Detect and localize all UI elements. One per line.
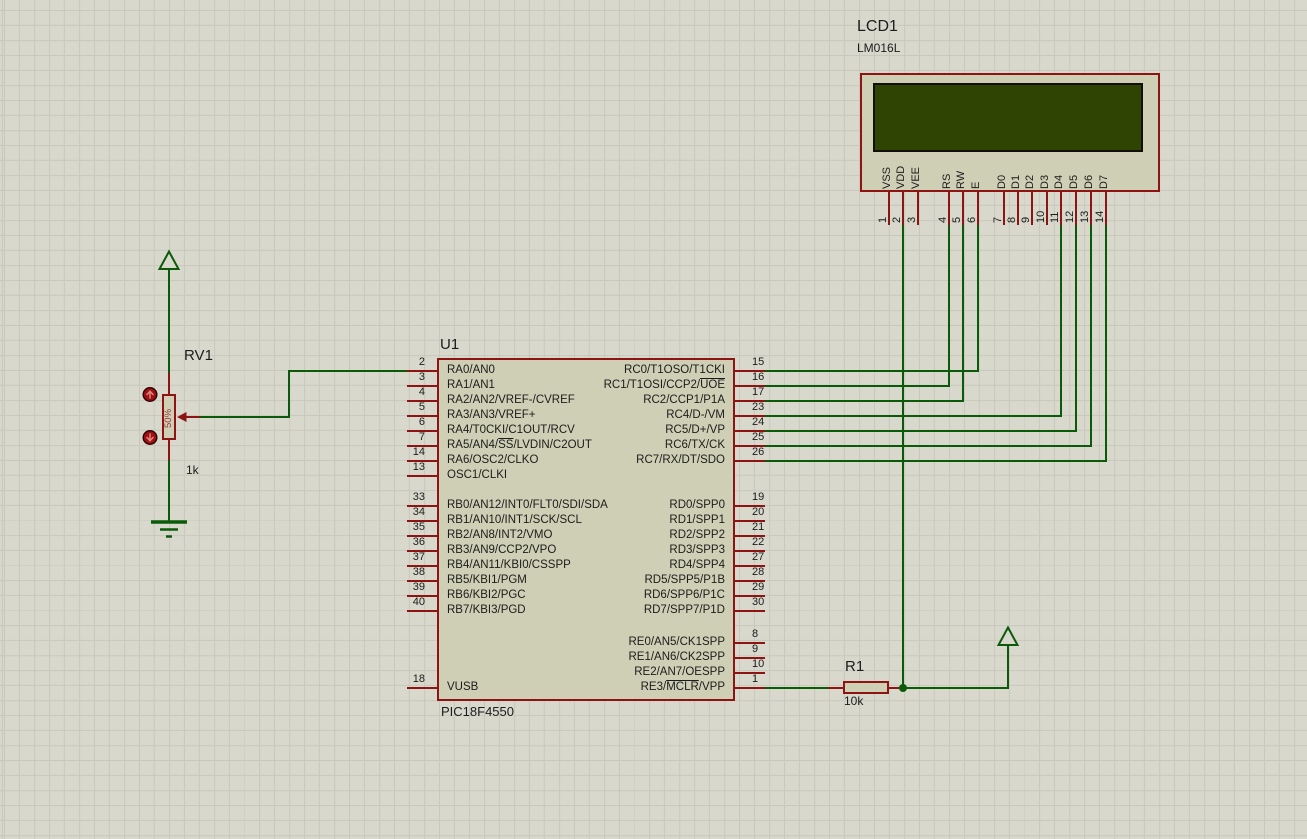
u1-pin-number: 21 xyxy=(752,521,765,533)
lcd-pin-number: 7 xyxy=(992,216,1004,223)
lcd-pin-number: 2 xyxy=(891,216,903,223)
u1-pin-number: 6 xyxy=(418,416,425,428)
lcd-pin-label: VSS xyxy=(881,166,893,189)
rv1-wiper-arrow-icon xyxy=(177,412,187,422)
u1-pin-label: RD5/SPP5/P1B xyxy=(644,574,725,586)
u1-pin-number: 16 xyxy=(752,371,765,383)
u1-pin-number: 25 xyxy=(752,431,765,443)
lcd-pin-label: D6 xyxy=(1083,174,1095,189)
lcd-pin-number: 10 xyxy=(1035,210,1047,223)
u1-pin-number: 9 xyxy=(752,643,759,655)
u1-pin-label: RD6/SPP6/P1C xyxy=(643,589,725,601)
lcd-pin-number: 1 xyxy=(877,216,889,223)
u1-pin-number: 29 xyxy=(752,581,765,593)
u1-pin-number: 15 xyxy=(752,356,765,368)
lcd-pin-number: 9 xyxy=(1020,216,1032,223)
u1-pin-label: RD1/SPP1 xyxy=(669,514,725,526)
lcd-pin-number: 3 xyxy=(906,216,918,223)
u1-pin-number: 1 xyxy=(752,673,759,685)
power-symbol[interactable] xyxy=(157,249,181,270)
lcd-pin-label: D5 xyxy=(1068,174,1080,189)
u1-pin-label: RC4/D-/VM xyxy=(666,409,725,421)
u1-pin-label: RC2/CCP1/P1A xyxy=(643,394,725,406)
lcd-pin-label: D3 xyxy=(1039,174,1051,189)
ground-symbol[interactable] xyxy=(151,520,187,538)
u1-pin-label: RE0/AN5/CK1SPP xyxy=(628,636,725,648)
u1-pin-number: 38 xyxy=(412,566,425,578)
u1-pin-stub[interactable] xyxy=(407,687,437,689)
u1-pin-number: 23 xyxy=(752,401,765,413)
u1-pin-number: 30 xyxy=(752,596,765,608)
lcd-pin-label: D4 xyxy=(1053,174,1065,189)
u1-pin-number: 20 xyxy=(752,506,765,518)
u1-pin-stub[interactable] xyxy=(407,475,437,477)
lcd-pin-number: 14 xyxy=(1094,210,1106,223)
u1-pin-stub[interactable] xyxy=(735,610,765,612)
u1-pin-stub[interactable] xyxy=(407,610,437,612)
u1-pin-number: 19 xyxy=(752,491,765,503)
u1-pin-number: 18 xyxy=(412,673,425,685)
u1-pin-number: 26 xyxy=(752,446,765,458)
lcd-pin-label: VDD xyxy=(895,165,907,189)
lcd-pin-label: E xyxy=(970,181,982,189)
power-symbol[interactable] xyxy=(996,625,1020,646)
schematic-canvas: U1 PIC18F4550 LCD1 LM016L RV1 1k 50% R1 … xyxy=(0,0,1307,839)
lcd-pin-label: VEE xyxy=(910,166,922,189)
u1-pin-number: 10 xyxy=(752,658,765,670)
lcd-pin-number: 12 xyxy=(1064,210,1076,223)
u1-pin-number: 4 xyxy=(418,386,425,398)
u1-pin-number: 34 xyxy=(412,506,425,518)
u1-pin-number: 3 xyxy=(418,371,425,383)
u1-pin-number: 7 xyxy=(418,431,425,443)
lcd-pin-label: D1 xyxy=(1010,174,1022,189)
u1-pin-number: 28 xyxy=(752,566,765,578)
u1-pin-number: 22 xyxy=(752,536,765,548)
u1-pin-label: RD7/SPP7/P1D xyxy=(643,604,725,616)
u1-pin-label: RD3/SPP3 xyxy=(669,544,725,556)
lcd-pin-number: 5 xyxy=(951,216,963,223)
u1-pin-number: 8 xyxy=(752,628,759,640)
u1-pin-label: RC6/TX/CK xyxy=(664,439,725,451)
u1-pin-number: 13 xyxy=(412,461,425,473)
u1-pin-label: RE2/AN7/OESPP xyxy=(634,666,725,678)
u1-pin-label: RC7/RX/DT/SDO xyxy=(636,454,725,466)
u1-pin-stub[interactable] xyxy=(735,460,765,462)
u1-pin-number: 24 xyxy=(752,416,765,428)
u1-pin-number: 5 xyxy=(418,401,425,413)
lcd-pin-label: D7 xyxy=(1098,174,1110,189)
u1-pin-label: RC0/T1OSO/T1CKI xyxy=(624,364,725,376)
u1-pin-number: 40 xyxy=(412,596,425,608)
u1-pin-label: RE1/AN6/CK2SPP xyxy=(628,651,725,663)
rv1-decrease-button[interactable] xyxy=(142,430,158,446)
u1-pin-number: 14 xyxy=(412,446,425,458)
u1-pin-label: RC1/T1OSI/CCP2/UOE xyxy=(603,379,725,391)
lcd-pin-number: 8 xyxy=(1006,216,1018,223)
u1-pin-number: 27 xyxy=(752,551,765,563)
u1-pin-label: OSC1/CLKI xyxy=(447,469,508,481)
u1-pin-label: RE3/MCLR/VPP xyxy=(640,681,725,693)
u1-pin-stub[interactable] xyxy=(735,687,765,689)
lcd-pin-label: D0 xyxy=(996,174,1008,189)
u1-pin-number: 33 xyxy=(412,491,425,503)
junction-dot xyxy=(899,684,907,692)
rv1-increase-button[interactable] xyxy=(142,387,158,403)
u1-pin-number: 36 xyxy=(412,536,425,548)
u1-pin-label: RC5/D+/VP xyxy=(665,424,725,436)
u1-pin-number: 2 xyxy=(418,356,425,368)
u1-pin-label: RD0/SPP0 xyxy=(669,499,725,511)
lcd-pin-number: 11 xyxy=(1049,211,1061,223)
u1-pin-label: RD2/SPP2 xyxy=(669,529,725,541)
lcd-pin-number: 6 xyxy=(966,216,978,223)
u1-pin-label: RD4/SPP4 xyxy=(669,559,725,571)
lcd-pin-label: RW xyxy=(955,170,967,189)
lcd-pin-number: 4 xyxy=(937,216,949,223)
lcd-pin-label: D2 xyxy=(1024,174,1036,189)
u1-pin-number: 37 xyxy=(412,551,425,563)
u1-pin-number: 39 xyxy=(412,581,425,593)
u1-pin-number: 35 xyxy=(412,521,425,533)
lcd-pin-label: RS xyxy=(941,173,953,189)
u1-pin-label: VUSB xyxy=(447,681,479,693)
lcd-pin-number: 13 xyxy=(1079,210,1091,223)
u1-pin-number: 17 xyxy=(752,386,765,398)
